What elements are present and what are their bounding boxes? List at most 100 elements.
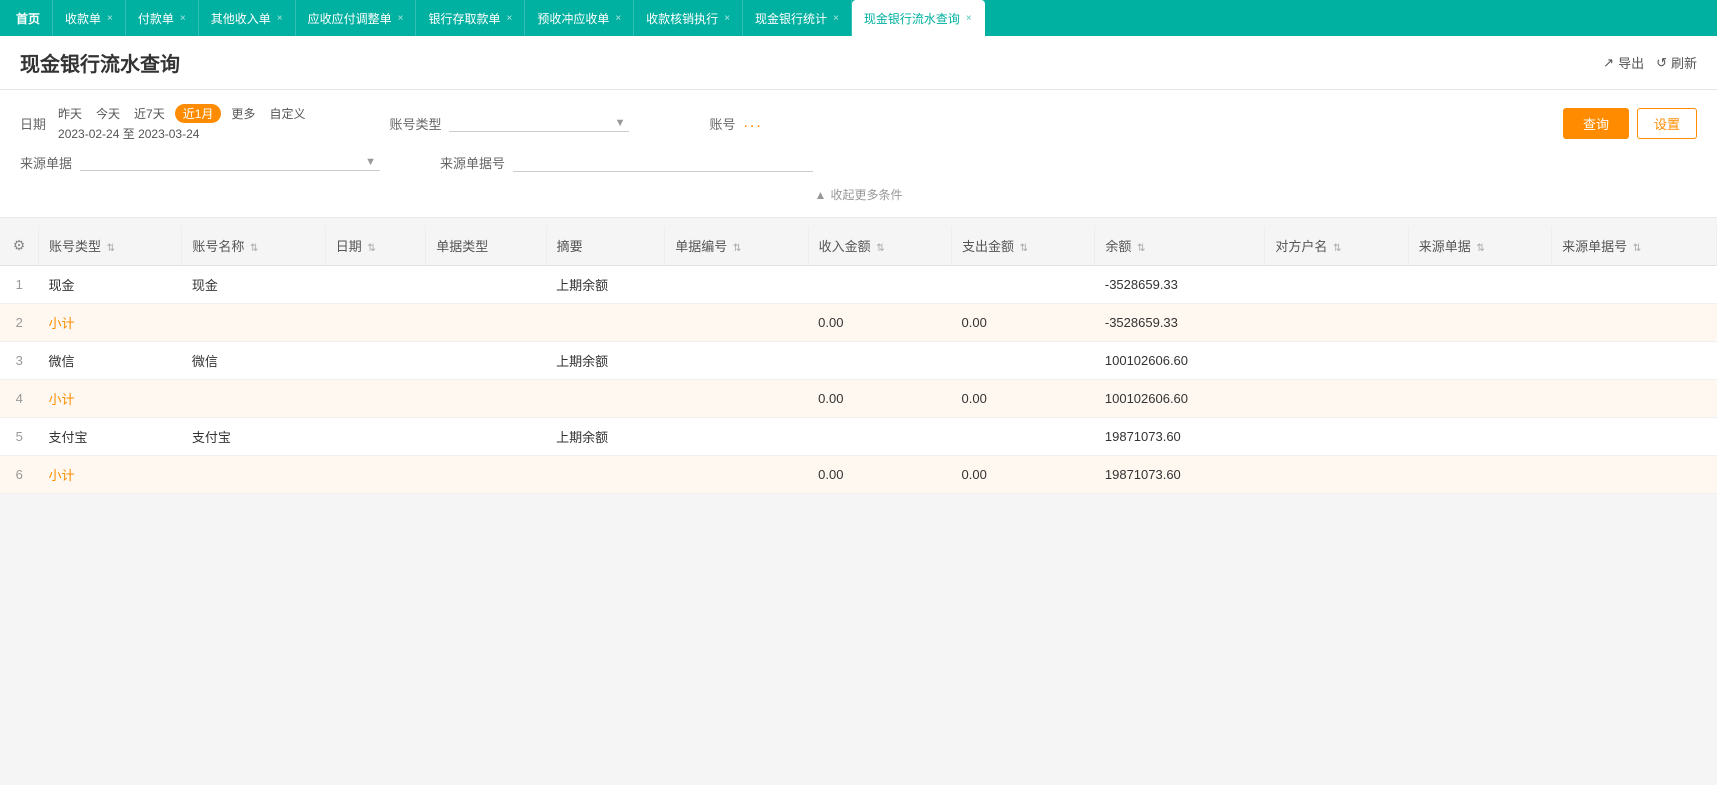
column-summary: 摘要 [546, 226, 665, 266]
cell-summary [546, 456, 665, 494]
account-dots[interactable]: ... [743, 114, 762, 132]
cell-account-type: 支付宝 [39, 418, 182, 456]
date-shortcut-1month[interactable]: 近1月 [175, 104, 222, 123]
export-button[interactable]: ↗ 导出 [1603, 53, 1644, 72]
cell-source-doc-no [1552, 456, 1717, 494]
nav-tab-home[interactable]: 首页 [4, 0, 53, 36]
cell-balance: 19871073.60 [1095, 418, 1265, 456]
chevron-down-icon-2: ▼ [365, 156, 376, 168]
nav-tab-cash-bank-flow[interactable]: 现金银行流水查询 × [852, 0, 985, 36]
cell-counterpart [1265, 266, 1408, 304]
cell-expense [952, 418, 1095, 456]
filter-row-2: 来源单据 ▼ 来源单据号 [20, 152, 1697, 172]
close-icon[interactable]: × [506, 13, 512, 24]
account-label: 账号 [709, 114, 735, 133]
sort-icon: ⇅ [367, 243, 375, 254]
cell-doc-type [426, 456, 546, 494]
close-icon[interactable]: × [277, 13, 283, 24]
column-expense[interactable]: 支出金额 ⇅ [952, 226, 1095, 266]
cell-source-doc [1408, 304, 1551, 342]
column-account-name[interactable]: 账号名称 ⇅ [182, 226, 325, 266]
collapse-button[interactable]: ▲ 收起更多条件 [815, 186, 903, 203]
cell-date [325, 456, 426, 494]
header-actions: ↗ 导出 ↺ 刷新 [1603, 53, 1697, 72]
nav-tab-other-income[interactable]: 其他收入单 × [199, 0, 296, 36]
nav-tab-bank-deposit[interactable]: 银行存取款单 × [416, 0, 525, 36]
settings-button[interactable]: 设置 [1637, 108, 1697, 139]
cell-balance: -3528659.33 [1095, 304, 1265, 342]
cell-counterpart [1265, 456, 1408, 494]
column-balance[interactable]: 余额 ⇅ [1095, 226, 1265, 266]
cell-balance: 100102606.60 [1095, 380, 1265, 418]
nav-tab-receipt-verify[interactable]: 收款核销执行 × [634, 0, 743, 36]
row-number: 1 [0, 266, 39, 304]
sort-icon: ⇅ [876, 243, 884, 254]
cell-income: 0.00 [808, 304, 951, 342]
row-number: 4 [0, 380, 39, 418]
close-icon[interactable]: × [180, 13, 186, 24]
cell-balance: 100102606.60 [1095, 342, 1265, 380]
close-icon[interactable]: × [724, 13, 730, 24]
cell-date [325, 418, 426, 456]
column-counterpart[interactable]: 对方户名 ⇅ [1265, 226, 1408, 266]
table-wrapper: ⚙ 账号类型 ⇅ 账号名称 ⇅ 日期 ⇅ 单据类型 摘要 单据编号 ⇅ 收入金额… [0, 226, 1717, 494]
column-settings[interactable]: ⚙ [0, 226, 39, 266]
nav-tab-receipt[interactable]: 收款单 × [53, 0, 126, 36]
date-shortcut-today[interactable]: 今天 [92, 104, 124, 123]
column-doc-no[interactable]: 单据编号 ⇅ [665, 226, 808, 266]
close-icon[interactable]: × [398, 13, 404, 24]
cell-source-doc [1408, 342, 1551, 380]
column-account-type[interactable]: 账号类型 ⇅ [39, 226, 182, 266]
gear-icon[interactable]: ⚙ [10, 237, 28, 255]
date-shortcut-more[interactable]: 更多 [227, 104, 259, 123]
nav-tab-payment[interactable]: 付款单 × [126, 0, 199, 36]
close-icon[interactable]: × [107, 13, 113, 24]
cell-doc-no [665, 418, 808, 456]
close-icon[interactable]: × [966, 13, 972, 24]
cell-doc-no [665, 380, 808, 418]
table-row: 5支付宝支付宝上期余额19871073.60 [0, 418, 1717, 456]
table-row: 2小计0.000.00-3528659.33 [0, 304, 1717, 342]
column-source-doc[interactable]: 来源单据 ⇅ [1408, 226, 1551, 266]
nav-tab-cash-bank-stat[interactable]: 现金银行统计 × [743, 0, 852, 36]
source-doc-select[interactable]: ▼ [80, 154, 380, 171]
account-filter: 账号 ... [709, 114, 762, 133]
cell-account-name [182, 456, 325, 494]
refresh-button[interactable]: ↺ 刷新 [1656, 53, 1697, 72]
cell-account-type: 小计 [39, 304, 182, 342]
account-type-select[interactable]: ▼ [449, 115, 629, 132]
cell-account-type: 微信 [39, 342, 182, 380]
column-doc-type: 单据类型 [426, 226, 546, 266]
sort-icon: ⇅ [1020, 243, 1028, 254]
data-table: ⚙ 账号类型 ⇅ 账号名称 ⇅ 日期 ⇅ 单据类型 摘要 单据编号 ⇅ 收入金额… [0, 226, 1717, 494]
table-row: 1现金现金上期余额-3528659.33 [0, 266, 1717, 304]
account-type-filter: 账号类型 ▼ [389, 114, 629, 133]
table-row: 4小计0.000.00100102606.60 [0, 380, 1717, 418]
row-number: 5 [0, 418, 39, 456]
nav-tab-ar-ap-adjust[interactable]: 应收应付调整单 × [296, 0, 417, 36]
source-doc-filter: 来源单据 ▼ [20, 153, 380, 172]
date-shortcut-yesterday[interactable]: 昨天 [54, 104, 86, 123]
refresh-icon: ↺ [1656, 55, 1667, 71]
source-doc-label: 来源单据 [20, 153, 72, 172]
page-header: 现金银行流水查询 ↗ 导出 ↺ 刷新 [0, 36, 1717, 90]
cell-counterpart [1265, 342, 1408, 380]
query-button[interactable]: 查询 [1563, 108, 1629, 139]
source-doc-no-input[interactable] [513, 152, 813, 172]
close-icon[interactable]: × [833, 13, 839, 24]
cell-balance: -3528659.33 [1095, 266, 1265, 304]
cell-doc-no [665, 304, 808, 342]
column-source-doc-no[interactable]: 来源单据号 ⇅ [1552, 226, 1717, 266]
column-income[interactable]: 收入金额 ⇅ [808, 226, 951, 266]
sort-icon: ⇅ [1333, 243, 1341, 254]
nav-tab-prepay-offset[interactable]: 预收冲应收单 × [525, 0, 634, 36]
close-icon[interactable]: × [615, 13, 621, 24]
cell-source-doc [1408, 456, 1551, 494]
cell-source-doc-no [1552, 342, 1717, 380]
date-shortcut-custom[interactable]: 自定义 [265, 104, 309, 123]
table-row: 6小计0.000.0019871073.60 [0, 456, 1717, 494]
table-body: 1现金现金上期余额-3528659.332小计0.000.00-3528659.… [0, 266, 1717, 494]
cell-account-type: 小计 [39, 456, 182, 494]
column-date[interactable]: 日期 ⇅ [325, 226, 426, 266]
date-shortcut-7days[interactable]: 近7天 [130, 104, 169, 123]
